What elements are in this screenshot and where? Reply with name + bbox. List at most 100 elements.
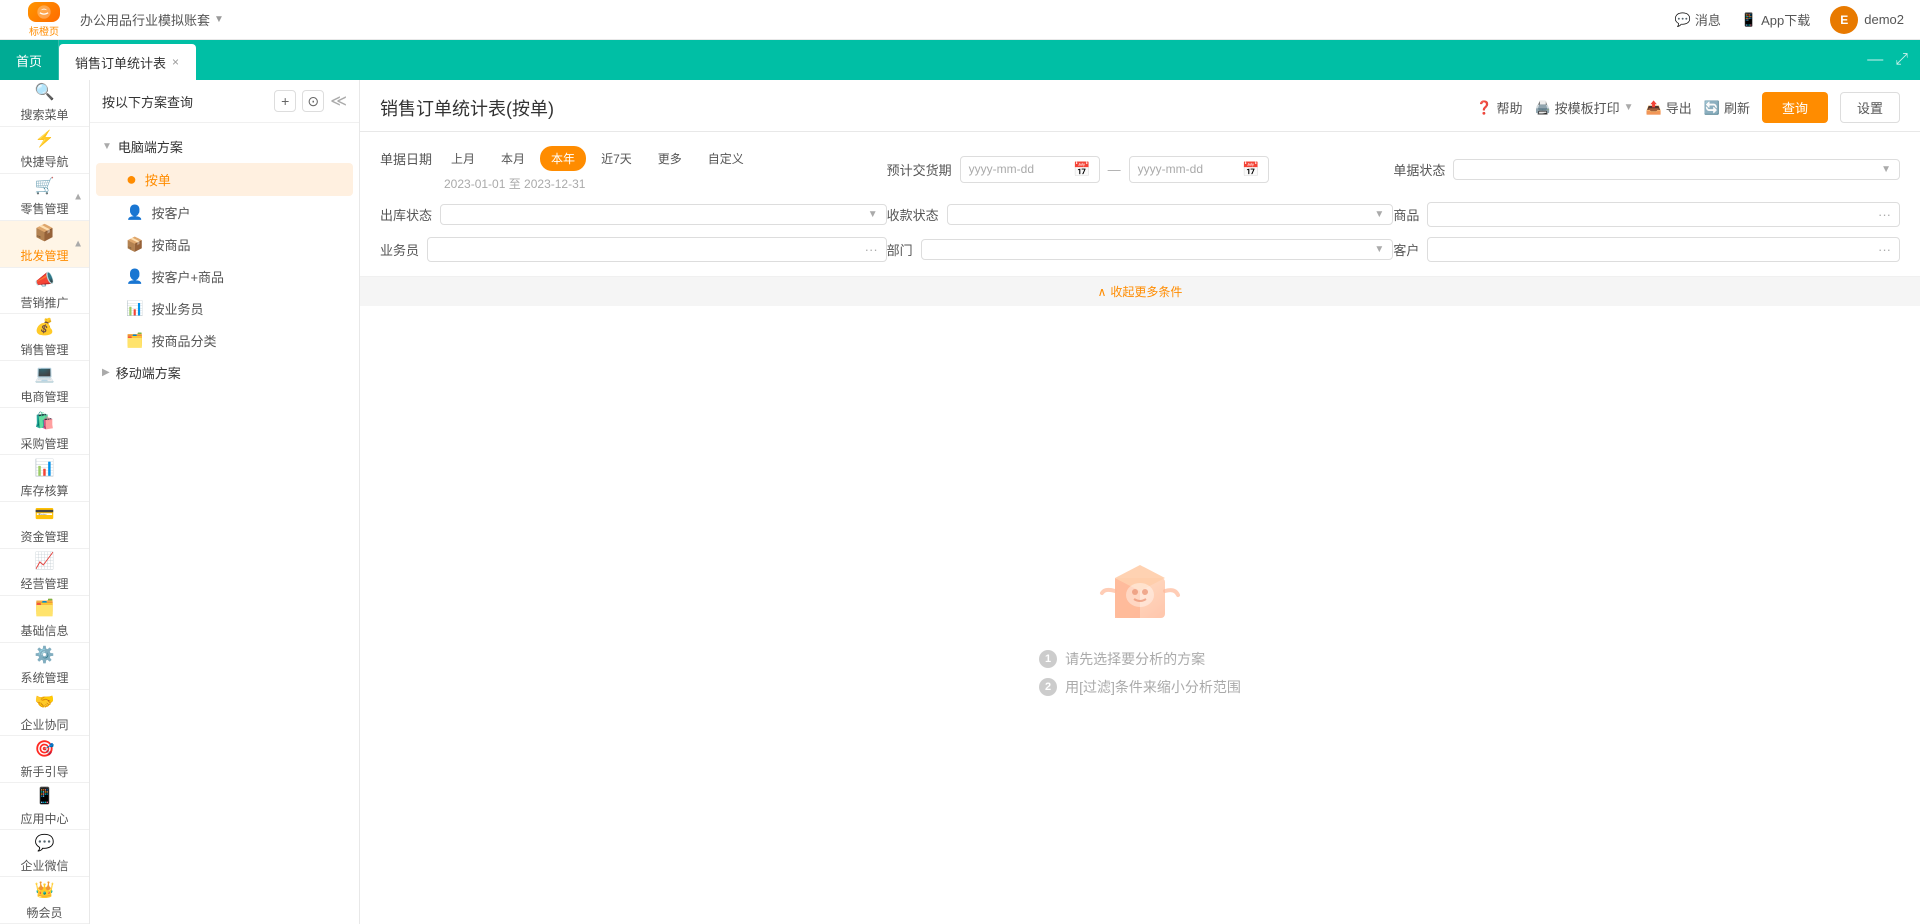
salesperson-more-icon[interactable]: ···	[865, 242, 878, 257]
product-more-icon[interactable]: ···	[1878, 207, 1891, 222]
empty-illustration	[1090, 533, 1190, 633]
preset-this-month[interactable]: 本月	[490, 146, 536, 171]
by-category-icon: 🗂️	[126, 332, 143, 349]
tab-sales-order-stats[interactable]: 销售订单统计表 ×	[59, 44, 196, 80]
sidebar: 🔍 搜索菜单 ⚡ 快捷导航 🛒 零售管理 ▲ 📦 批发管理 ▲ 📣 营销推广 💰…	[0, 80, 90, 924]
tab-home[interactable]: 首页	[0, 40, 59, 80]
add-scheme-button[interactable]: +	[274, 90, 296, 112]
logo-text: 标橙页	[29, 23, 59, 38]
nav-tabs: 首页 销售订单统计表 × — ⤢	[0, 40, 1920, 80]
sidebar-item-operation[interactable]: 📈 经营管理	[0, 549, 89, 596]
help-label: 帮助	[1496, 98, 1522, 117]
right-panel: 销售订单统计表(按单) ❓ 帮助 🖨️ 按模板打印 ▼ 📤 导出	[360, 80, 1920, 924]
sidebar-item-finance[interactable]: 💳 资金管理	[0, 502, 89, 549]
tree-mobile-label: 移动端方案	[116, 363, 181, 382]
vip-icon: 👑	[35, 880, 55, 900]
preset-this-year[interactable]: 本年	[540, 146, 586, 171]
sidebar-item-enterprise[interactable]: 🤝 企业协同	[0, 690, 89, 737]
by-customer-icon: 👤	[126, 204, 143, 221]
help-icon: ❓	[1476, 100, 1492, 116]
tip-2-number: 2	[1039, 678, 1057, 696]
page-header: 销售订单统计表(按单) ❓ 帮助 🖨️ 按模板打印 ▼ 📤 导出	[360, 80, 1920, 132]
maximize-window-icon[interactable]: ⤢	[1895, 51, 1908, 69]
refresh-button[interactable]: 🔄 刷新	[1704, 98, 1750, 117]
page-title: 销售订单统计表(按单)	[380, 95, 554, 121]
sidebar-item-shortcut[interactable]: ⚡ 快捷导航	[0, 127, 89, 174]
preset-7days[interactable]: 近7天	[590, 146, 643, 171]
purchase-icon: 🛍️	[35, 411, 55, 431]
template-print-button[interactable]: 🖨️ 按模板打印 ▼	[1534, 98, 1633, 117]
template-print-label: 按模板打印	[1555, 98, 1620, 117]
sidebar-operation-label: 经营管理	[20, 575, 68, 592]
sidebar-shortcut-label: 快捷导航	[20, 153, 68, 170]
sidebar-wechat-label: 企业微信	[20, 857, 68, 874]
bill-status-label: 单据状态	[1393, 160, 1445, 179]
bill-date-filter: 单据日期 上月 本月 本年 近7天 更多 自定义 2023-01-01 至 20…	[380, 146, 887, 192]
sidebar-newbie-label: 新手引导	[20, 763, 68, 780]
avatar: E	[1830, 6, 1858, 34]
empty-state: 1 请先选择要分析的方案 2 用[过滤]条件来缩小分析范围	[360, 306, 1920, 924]
print-arrow-icon: ▼	[1624, 102, 1634, 113]
preset-last-month[interactable]: 上月	[440, 146, 486, 171]
sidebar-item-wechat[interactable]: 💬 企业微信	[0, 830, 89, 877]
tree-item-by-order[interactable]: ● 按单	[96, 163, 353, 196]
sidebar-item-newbie[interactable]: 🎯 新手引导	[0, 736, 89, 783]
search-button[interactable]: 查询	[1762, 92, 1828, 123]
edit-icon: ⊙	[307, 93, 319, 110]
nav-tab-controls: — ⤢	[1867, 51, 1920, 69]
collapse-filter-button[interactable]: ∧ 收起更多条件	[360, 276, 1920, 306]
empty-tip-2: 2 用[过滤]条件来缩小分析范围	[1039, 677, 1241, 697]
sales-icon: 💰	[35, 317, 55, 337]
sidebar-item-vip[interactable]: 👑 畅会员	[0, 877, 89, 924]
department-select[interactable]: ▼	[921, 239, 1394, 260]
expected-date-label: 预计交货期	[887, 160, 952, 179]
message-button[interactable]: 💬 消息	[1675, 10, 1721, 29]
date-end-placeholder: yyyy-mm-dd	[1138, 162, 1203, 176]
expected-date-start-input[interactable]: yyyy-mm-dd 📅	[960, 156, 1100, 183]
payment-arrow-icon: ▼	[1374, 209, 1384, 220]
sidebar-item-wholesale[interactable]: 📦 批发管理 ▲	[0, 221, 89, 268]
left-panel-actions: + ⊙ ≪	[274, 90, 347, 112]
tree-group-mobile-header[interactable]: ▶ 移动端方案	[90, 357, 359, 388]
minimize-window-icon[interactable]: —	[1867, 51, 1883, 69]
tree-item-by-staff[interactable]: 📊 按业务员	[96, 293, 353, 324]
customer-input[interactable]: ···	[1427, 237, 1900, 262]
sidebar-item-ecommerce[interactable]: 💻 电商管理	[0, 361, 89, 408]
sidebar-item-sales[interactable]: 💰 销售管理	[0, 314, 89, 361]
product-input[interactable]: ···	[1427, 202, 1900, 227]
scheme-tree: ▼ 电脑端方案 ● 按单 👤 按客户 📦 按商品	[90, 123, 359, 924]
user-area[interactable]: E demo2	[1830, 6, 1904, 34]
salesperson-input[interactable]: ···	[427, 237, 887, 262]
sidebar-item-search[interactable]: 🔍 搜索菜单	[0, 80, 89, 127]
sidebar-item-purchase[interactable]: 🛍️ 采购管理	[0, 408, 89, 455]
tree-item-by-product[interactable]: 📦 按商品	[96, 229, 353, 260]
export-button[interactable]: 📤 导出	[1646, 98, 1692, 117]
sidebar-item-basic[interactable]: 🗂️ 基础信息	[0, 596, 89, 643]
tree-group-desktop-header[interactable]: ▼ 电脑端方案	[90, 131, 359, 162]
tree-item-by-cust-prod[interactable]: 👤 按客户+商品	[96, 261, 353, 292]
username: demo2	[1864, 12, 1904, 27]
delivery-status-select[interactable]: ▼	[440, 204, 887, 225]
payment-status-select[interactable]: ▼	[947, 204, 1394, 225]
bill-status-select[interactable]: ▼	[1453, 159, 1900, 180]
settings-button[interactable]: 设置	[1840, 92, 1900, 123]
tab-close-icon[interactable]: ×	[172, 55, 179, 69]
expected-date-end-input[interactable]: yyyy-mm-dd 📅	[1129, 156, 1269, 183]
preset-custom[interactable]: 自定义	[697, 146, 755, 171]
preset-more[interactable]: 更多	[647, 146, 693, 171]
company-selector[interactable]: 办公用品行业模拟账套 ▼	[80, 10, 224, 29]
sidebar-item-retail[interactable]: 🛒 零售管理 ▲	[0, 174, 89, 221]
help-button[interactable]: ❓ 帮助	[1476, 98, 1522, 117]
sidebar-item-marketing[interactable]: 📣 营销推广	[0, 268, 89, 315]
customer-more-icon[interactable]: ···	[1878, 242, 1891, 257]
sidebar-item-appcenter[interactable]: 📱 应用中心	[0, 783, 89, 830]
tree-item-by-category[interactable]: 🗂️ 按商品分类	[96, 325, 353, 356]
date-separator: —	[1108, 162, 1121, 177]
app-download-button[interactable]: 📱 App下载	[1741, 10, 1810, 29]
edit-scheme-button[interactable]: ⊙	[302, 90, 324, 112]
tree-item-by-customer[interactable]: 👤 按客户	[96, 197, 353, 228]
sidebar-item-system[interactable]: ⚙️ 系统管理	[0, 643, 89, 690]
sidebar-item-inventory[interactable]: 📊 库存核算	[0, 455, 89, 502]
salesperson-label: 业务员	[380, 240, 419, 259]
collapse-panel-button[interactable]: ≪	[330, 91, 347, 111]
